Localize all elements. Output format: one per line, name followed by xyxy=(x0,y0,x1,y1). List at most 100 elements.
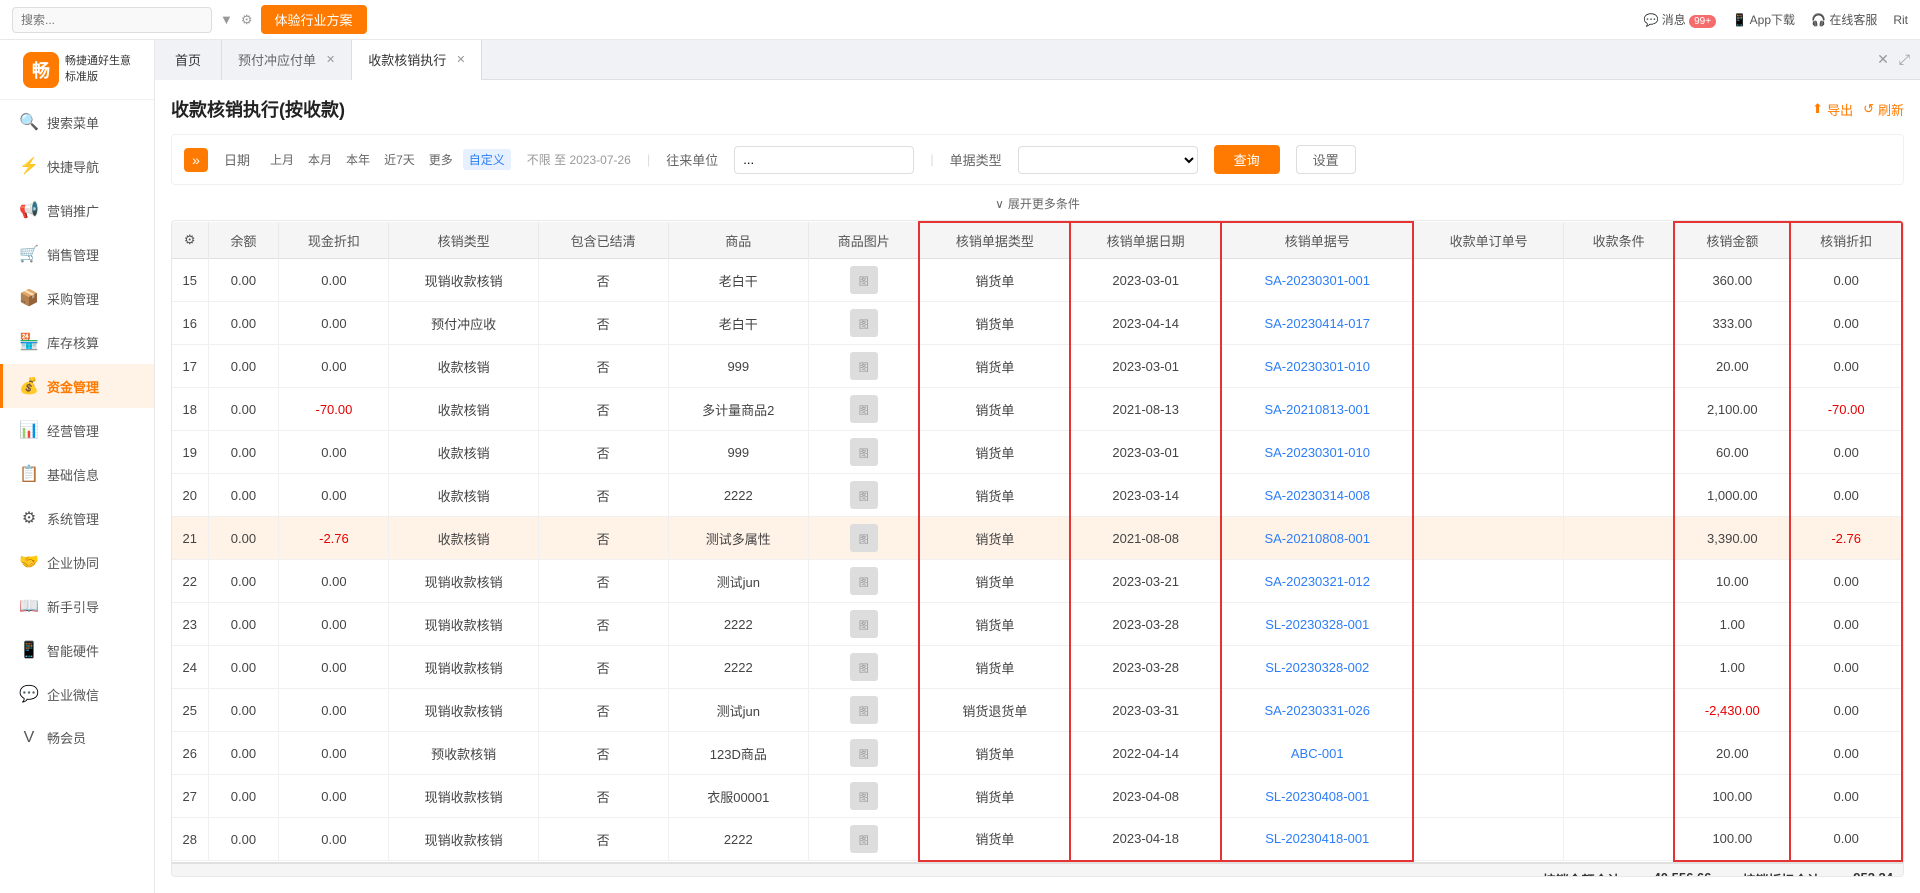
window-maximize-icon[interactable]: ⤢ xyxy=(1899,51,1910,68)
window-close-icon[interactable]: ✕ xyxy=(1877,51,1889,68)
voucher-no-link[interactable]: SA-20230301-001 xyxy=(1264,273,1370,288)
td-cash-discount: 0.00 xyxy=(279,689,389,732)
sidebar-item-finance[interactable]: 💰 资金管理 xyxy=(0,364,154,408)
th-voucher-date: 核销单据日期 xyxy=(1070,222,1221,259)
voucher-no-link[interactable]: SL-20230408-001 xyxy=(1265,789,1369,804)
voucher-no-link[interactable]: SA-20210808-001 xyxy=(1264,531,1370,546)
th-verification-type: 核销类型 xyxy=(389,222,538,259)
td-balance: 0.00 xyxy=(208,259,279,302)
voucher-no-link[interactable]: SL-20230328-002 xyxy=(1265,660,1369,675)
voucher-no-link[interactable]: SA-20230301-010 xyxy=(1264,359,1370,374)
td-receipt-order-no xyxy=(1413,474,1563,517)
td-verification-type: 收款核销 xyxy=(389,431,538,474)
td-voucher-no: SA-20210813-001 xyxy=(1221,388,1413,431)
td-goods-image: 图 xyxy=(809,345,920,388)
sidebar-label-guide: 新手引导 xyxy=(47,597,99,616)
export-button[interactable]: ⬆ 导出 xyxy=(1812,100,1853,119)
app-download-link[interactable]: 📱 App下载 xyxy=(1732,11,1795,28)
td-idx: 28 xyxy=(172,818,208,861)
td-goods: 2222 xyxy=(668,474,809,517)
voucher-no-link[interactable]: SL-20230328-001 xyxy=(1265,617,1369,632)
td-receipt-condition xyxy=(1563,732,1674,775)
td-include-settled: 否 xyxy=(538,431,668,474)
filter-expand-button[interactable]: » xyxy=(184,148,208,172)
voucher-no-link[interactable]: SA-20210813-001 xyxy=(1264,402,1370,417)
sidebar-item-inventory[interactable]: 🏪 库存核算 xyxy=(0,320,154,364)
voucher-no-link[interactable]: SL-20230418-001 xyxy=(1265,831,1369,846)
voucher-no-link[interactable]: ABC-001 xyxy=(1291,746,1344,761)
voucher-no-link[interactable]: SA-20230301-010 xyxy=(1264,445,1370,460)
voucher-type-select[interactable] xyxy=(1018,146,1198,174)
voucher-no-link[interactable]: SA-20230414-017 xyxy=(1264,316,1370,331)
voucher-no-link[interactable]: SA-20230321-012 xyxy=(1264,574,1370,589)
sidebar-item-basic[interactable]: 📋 基础信息 xyxy=(0,452,154,496)
sidebar-item-enterprise[interactable]: 🤝 企业协同 xyxy=(0,540,154,584)
td-receipt-condition xyxy=(1563,646,1674,689)
table-row: 21 0.00 -2.76 收款核销 否 测试多属性 图 销货单 2021-08… xyxy=(172,517,1902,560)
date-opt-7days[interactable]: 近7天 xyxy=(380,149,419,170)
sidebar-item-hardware[interactable]: 📱 智能硬件 xyxy=(0,628,154,672)
td-verification-discount: 0.00 xyxy=(1790,775,1902,818)
td-receipt-order-no xyxy=(1413,431,1563,474)
td-idx: 27 xyxy=(172,775,208,818)
user-label[interactable]: Rit xyxy=(1893,13,1908,27)
sidebar-icon-basic: 📋 xyxy=(19,464,39,484)
notification-area[interactable]: 💬 消息 99+ xyxy=(1643,11,1716,28)
td-receipt-order-no xyxy=(1413,689,1563,732)
sidebar-item-guide[interactable]: 📖 新手引导 xyxy=(0,584,154,628)
td-cash-discount: -70.00 xyxy=(279,388,389,431)
tab-bar-right: ✕ ⤢ xyxy=(1877,51,1920,68)
td-goods-image: 图 xyxy=(809,259,920,302)
sidebar-item-member[interactable]: V 畅会员 xyxy=(0,716,154,759)
td-goods: 多计量商品2 xyxy=(668,388,809,431)
sidebar-item-search[interactable]: 🔍 搜索菜单 xyxy=(0,100,154,144)
search-input[interactable] xyxy=(12,7,212,33)
sidebar-item-quick-nav[interactable]: ⚡ 快捷导航 xyxy=(0,144,154,188)
query-button[interactable]: 查询 xyxy=(1214,145,1280,174)
voucher-no-link[interactable]: SA-20230331-026 xyxy=(1264,703,1370,718)
counterparty-input[interactable] xyxy=(734,146,914,174)
date-opt-this-year[interactable]: 本年 xyxy=(342,149,374,170)
footer-discount-value: 952.24 xyxy=(1853,870,1893,878)
th-settings[interactable]: ⚙ xyxy=(172,222,208,259)
td-receipt-order-no xyxy=(1413,302,1563,345)
tab-home[interactable]: 首页 xyxy=(155,40,222,80)
voucher-no-link[interactable]: SA-20230314-008 xyxy=(1264,488,1370,503)
solution-button[interactable]: 体验行业方案 xyxy=(261,5,367,34)
th-verification-amount: 核销金额 xyxy=(1674,222,1790,259)
tab-prepay[interactable]: 预付冲应付单 ✕ xyxy=(222,40,352,80)
sidebar-item-wechat[interactable]: 💬 企业微信 xyxy=(0,672,154,716)
table-row: 23 0.00 0.00 现销收款核销 否 2222 图 销货单 2023-03… xyxy=(172,603,1902,646)
sidebar-item-system[interactable]: ⚙ 系统管理 xyxy=(0,496,154,540)
sidebar-item-sales[interactable]: 🛒 销售管理 xyxy=(0,232,154,276)
tab-receipt[interactable]: 收款核销执行 ✕ xyxy=(352,40,482,80)
td-include-settled: 否 xyxy=(538,732,668,775)
gear-icon[interactable]: ⚙ xyxy=(241,12,253,28)
td-balance: 0.00 xyxy=(208,517,279,560)
td-verification-amount: 1.00 xyxy=(1674,646,1790,689)
td-verification-discount: 0.00 xyxy=(1790,259,1902,302)
refresh-button[interactable]: ↺ 刷新 xyxy=(1863,100,1904,119)
date-opt-this-month[interactable]: 本月 xyxy=(304,149,336,170)
td-goods: 老白干 xyxy=(668,302,809,345)
logo-text: 畅捷通好生意 标准版 xyxy=(65,54,131,85)
td-cash-discount: 0.00 xyxy=(279,431,389,474)
date-opt-more[interactable]: 更多 xyxy=(425,149,457,170)
td-receipt-order-no xyxy=(1413,388,1563,431)
date-opt-custom[interactable]: 自定义 xyxy=(463,149,511,170)
td-verification-type: 现销收款核销 xyxy=(389,259,538,302)
sidebar-icon-purchase: 📦 xyxy=(19,288,39,308)
tab-prepay-close[interactable]: ✕ xyxy=(326,53,335,66)
tab-receipt-close[interactable]: ✕ xyxy=(456,53,465,66)
sidebar-item-marketing[interactable]: 📢 营销推广 xyxy=(0,188,154,232)
sidebar-item-business[interactable]: 📊 经营管理 xyxy=(0,408,154,452)
sidebar-label-member: 畅会员 xyxy=(47,728,86,747)
settings-button[interactable]: 设置 xyxy=(1296,145,1356,174)
td-voucher-date: 2023-03-01 xyxy=(1070,431,1221,474)
sidebar-item-purchase[interactable]: 📦 采购管理 xyxy=(0,276,154,320)
date-opt-last-month[interactable]: 上月 xyxy=(266,149,298,170)
td-cash-discount: 0.00 xyxy=(279,775,389,818)
td-verification-discount: 0.00 xyxy=(1790,732,1902,775)
online-service-link[interactable]: 🎧 在线客服 xyxy=(1811,11,1877,28)
expand-more-row[interactable]: ∨ 展开更多条件 xyxy=(171,195,1904,212)
